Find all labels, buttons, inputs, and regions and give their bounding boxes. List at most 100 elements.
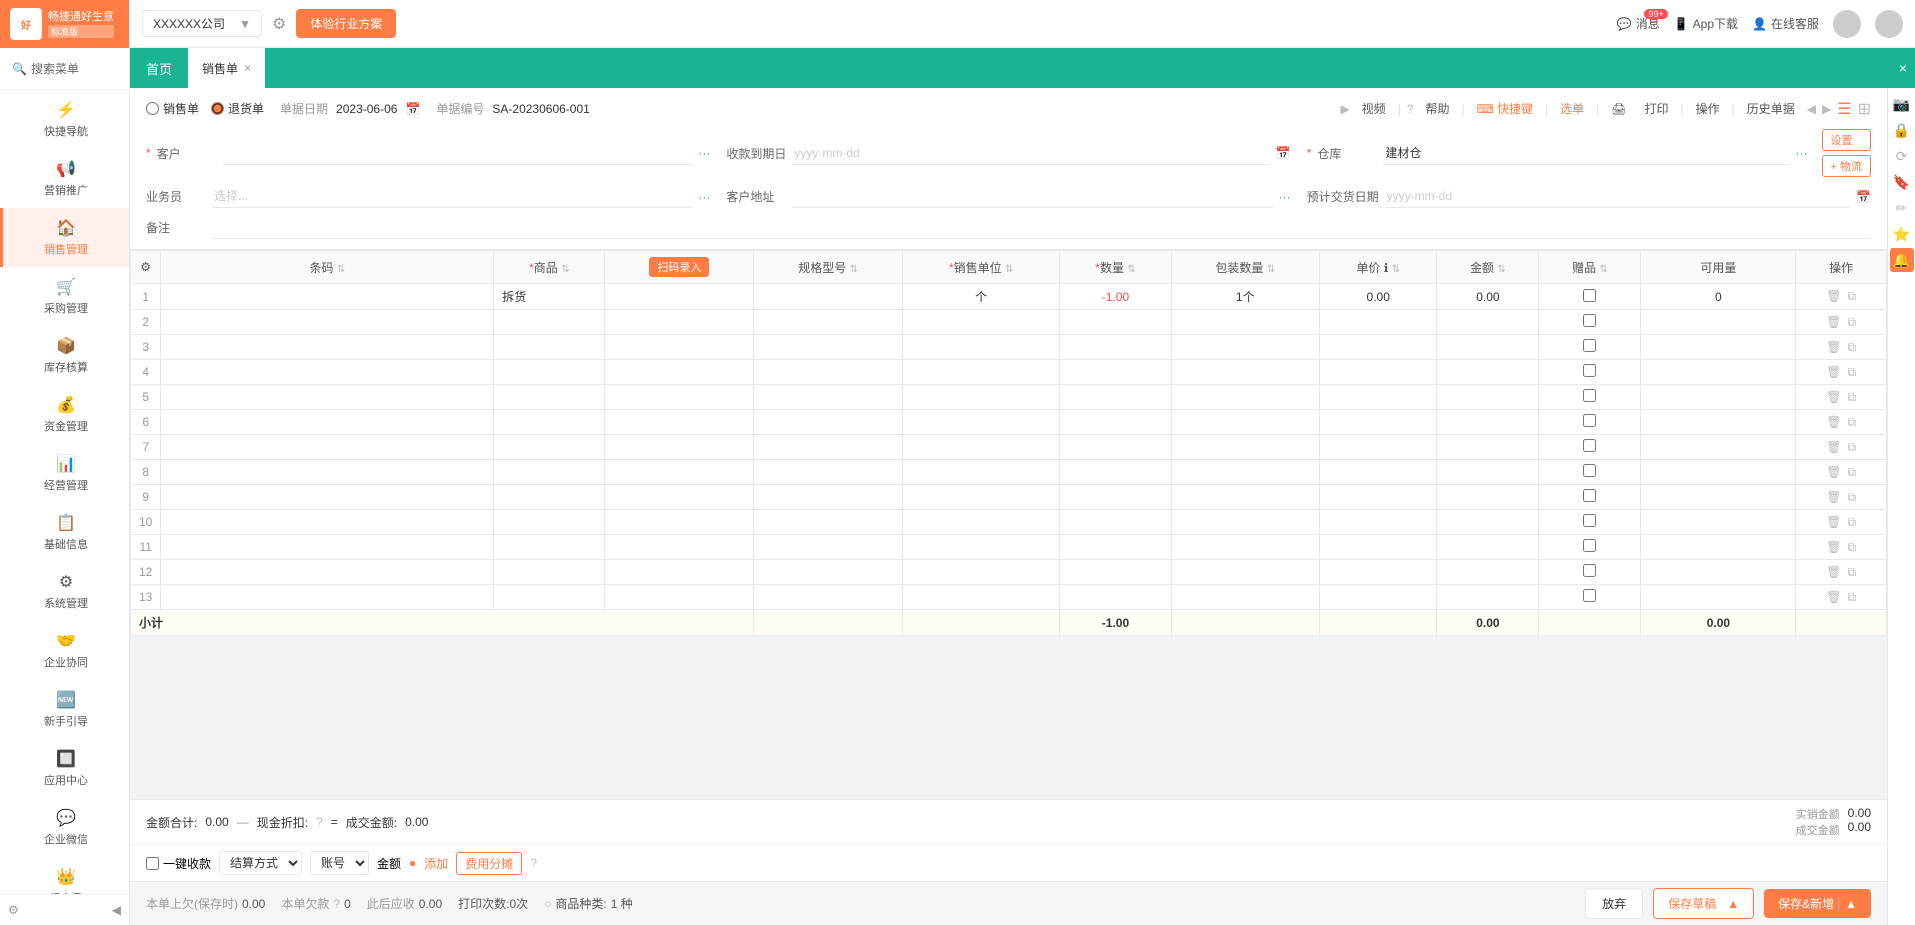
gift-checkbox[interactable]	[1583, 339, 1596, 352]
customer-addr-input[interactable]	[792, 185, 1272, 208]
sidebar-item-quick-nav[interactable]: ⚡ 快捷导航	[0, 90, 129, 149]
settings-bottom-icon[interactable]: ⚙	[8, 903, 19, 917]
cell-barcode[interactable]	[161, 585, 494, 610]
remark-input[interactable]	[212, 216, 1871, 239]
salesperson-dots[interactable]: ···	[698, 190, 710, 204]
warehouse-input[interactable]	[1383, 142, 1789, 165]
message-button[interactable]: 💬 消息 99+	[1617, 15, 1660, 32]
footer-help-icon[interactable]: ?	[530, 856, 537, 870]
cell-product[interactable]	[494, 360, 605, 385]
cell-quantity[interactable]	[1060, 485, 1171, 510]
cell-product[interactable]	[494, 560, 605, 585]
cell-barcode[interactable]	[161, 510, 494, 535]
right-panel-notify-icon[interactable]: 🔔	[1890, 248, 1914, 272]
product-types-icon[interactable]: ○	[544, 897, 551, 911]
tab-sales-order[interactable]: 销售单 ×	[188, 48, 265, 88]
sort-gift[interactable]: ⇅	[1599, 264, 1607, 275]
cell-quantity[interactable]	[1060, 535, 1171, 560]
sidebar-item-member[interactable]: 👑 畅会员	[0, 857, 129, 894]
app-download-button[interactable]: 📱 App下载	[1674, 15, 1738, 32]
cell-quantity[interactable]	[1060, 410, 1171, 435]
list-view-icon[interactable]: ☰	[1837, 99, 1851, 119]
cell-product[interactable]	[494, 485, 605, 510]
overdue-value[interactable]: ?	[333, 897, 340, 911]
cell-gift[interactable]	[1539, 510, 1641, 535]
copy-icon[interactable]: ⧉	[1847, 565, 1856, 580]
cell-gift[interactable]	[1539, 535, 1641, 560]
barcode-input[interactable]	[169, 340, 485, 354]
cash-discount-info[interactable]: ?	[316, 815, 323, 829]
gift-checkbox[interactable]	[1583, 364, 1596, 377]
cell-quantity[interactable]	[1060, 385, 1171, 410]
copy-icon[interactable]: ⧉	[1847, 415, 1856, 430]
delete-icon[interactable]: 🗑	[1826, 440, 1841, 455]
customer-input[interactable]	[223, 142, 693, 165]
help-button[interactable]: 帮助	[1420, 98, 1456, 119]
sidebar-item-guide[interactable]: 🆕 新手引导	[0, 680, 129, 739]
sort-product[interactable]: ⇅	[561, 264, 569, 275]
barcode-input[interactable]	[169, 365, 485, 379]
cell-quantity[interactable]	[1060, 585, 1171, 610]
barcode-input[interactable]	[169, 415, 485, 429]
copy-icon[interactable]: ⧉	[1847, 365, 1856, 380]
cell-quantity[interactable]	[1060, 435, 1171, 460]
scan-button[interactable]: 扫码录入	[649, 257, 709, 277]
sidebar-item-weixin[interactable]: 💬 企业微信	[0, 798, 129, 857]
cell-gift[interactable]	[1539, 460, 1641, 485]
gift-checkbox[interactable]	[1583, 464, 1596, 477]
sort-spec[interactable]: ⇅	[850, 264, 858, 275]
gift-checkbox[interactable]	[1583, 489, 1596, 502]
cell-product[interactable]	[494, 335, 605, 360]
save-new-arrow[interactable]: ▲	[1838, 897, 1857, 911]
online-service-button[interactable]: 👤 在线客服	[1752, 15, 1819, 32]
delete-icon[interactable]: 🗑	[1826, 289, 1841, 304]
sidebar-item-inventory[interactable]: 📦 库存核算	[0, 326, 129, 385]
customer-addr-dots[interactable]: ···	[1279, 190, 1291, 204]
calendar-icon[interactable]: 📅	[405, 102, 420, 116]
global-close-icon[interactable]: ×	[1899, 60, 1907, 76]
delete-icon[interactable]: 🗑	[1826, 390, 1841, 405]
gift-checkbox[interactable]	[1583, 414, 1596, 427]
trial-button[interactable]: 体验行业方案	[296, 9, 396, 38]
col-scan[interactable]: 扫码录入	[605, 251, 754, 284]
nav-prev-icon[interactable]: ◀	[1807, 102, 1816, 116]
gift-checkbox[interactable]	[1583, 439, 1596, 452]
sale-radio-input[interactable]	[146, 102, 159, 115]
barcode-input[interactable]	[169, 565, 485, 579]
cell-barcode[interactable]	[161, 410, 494, 435]
add-button[interactable]: 添加	[424, 855, 448, 872]
gift-checkbox[interactable]	[1583, 289, 1596, 302]
right-panel-edit-icon[interactable]: ✏	[1890, 196, 1914, 220]
grid-view-icon[interactable]: ⊞	[1858, 99, 1871, 119]
barcode-input[interactable]	[169, 490, 485, 504]
customer-dots[interactable]: ···	[698, 146, 710, 160]
barcode-input[interactable]	[169, 315, 485, 329]
cell-barcode[interactable]	[161, 385, 494, 410]
cell-barcode[interactable]	[161, 435, 494, 460]
cell-barcode[interactable]	[161, 284, 494, 310]
history-button[interactable]: 历史单据	[1741, 98, 1801, 119]
cell-product[interactable]	[494, 385, 605, 410]
cell-quantity[interactable]	[1060, 510, 1171, 535]
return-radio-input[interactable]	[211, 102, 224, 115]
right-panel-star-icon[interactable]: ⭐	[1890, 222, 1914, 246]
cell-gift[interactable]	[1539, 560, 1641, 585]
cell-gift[interactable]	[1539, 585, 1641, 610]
gift-checkbox[interactable]	[1583, 564, 1596, 577]
sidebar-search[interactable]: 🔍 搜索菜单	[0, 48, 129, 90]
sidebar-item-purchase[interactable]: 🛒 采购管理	[0, 267, 129, 326]
barcode-input[interactable]	[169, 515, 485, 529]
due-date-input[interactable]	[792, 142, 1269, 165]
search-menu-button[interactable]: 🔍 搜索菜单	[8, 56, 121, 81]
sidebar-item-basic-info[interactable]: 📋 基础信息	[0, 503, 129, 562]
cell-barcode[interactable]	[161, 360, 494, 385]
barcode-input[interactable]	[169, 290, 485, 304]
cell-gift[interactable]	[1539, 410, 1641, 435]
due-date-calendar-icon[interactable]: 📅	[1276, 146, 1291, 160]
cell-barcode[interactable]	[161, 535, 494, 560]
shortcut-button[interactable]: ⌨ 快捷键	[1471, 98, 1539, 119]
sort-qty[interactable]: ⇅	[1127, 264, 1135, 275]
video-button[interactable]: 视频	[1356, 98, 1392, 119]
select-order-button[interactable]: 选单	[1554, 98, 1590, 119]
save-draft-arrow[interactable]: ▲	[1720, 897, 1739, 911]
